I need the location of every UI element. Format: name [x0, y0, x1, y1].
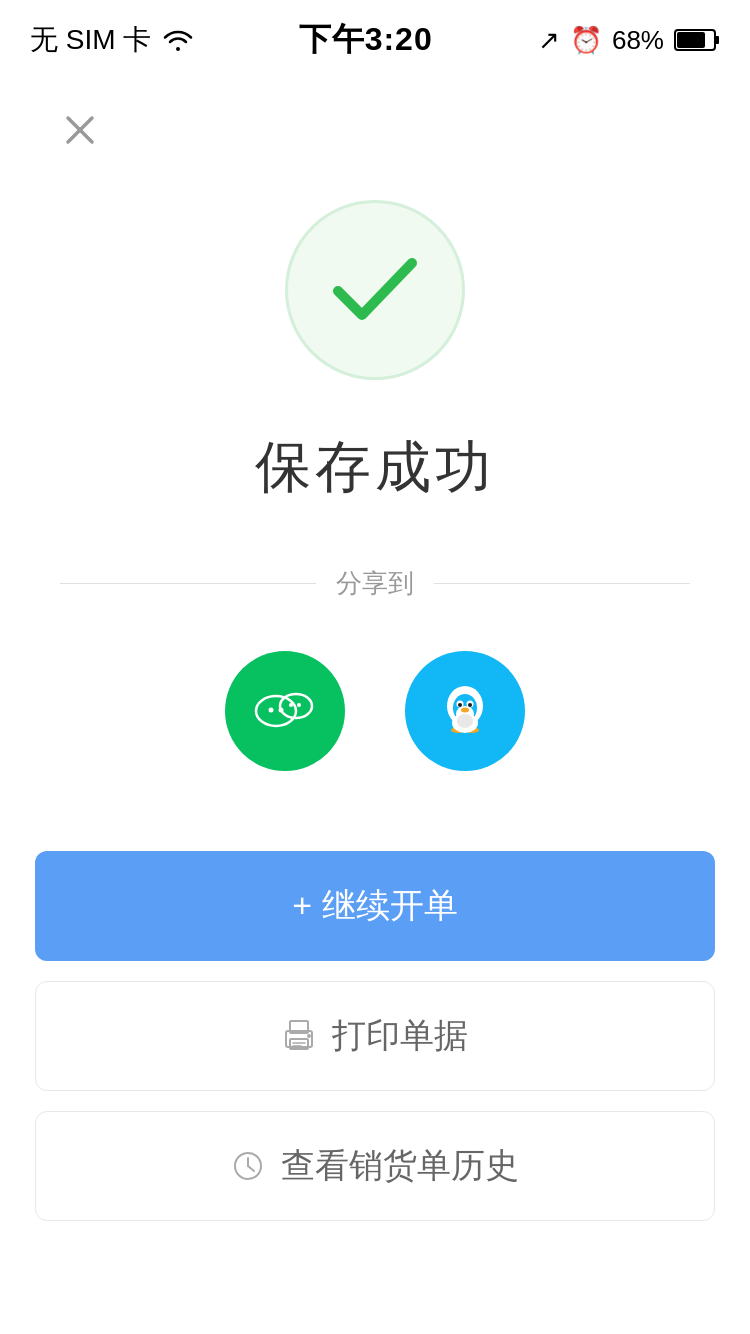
battery-icon — [674, 28, 720, 52]
status-bar: 无 SIM 卡 下午3:20 ↗ ⏰ 68% — [0, 0, 750, 80]
wechat-share-button[interactable] — [225, 651, 345, 771]
share-icons-group — [225, 651, 525, 771]
svg-rect-1 — [715, 36, 719, 44]
success-title: 保存成功 — [255, 430, 495, 506]
print-icon — [282, 1019, 316, 1053]
battery-percent: 68% — [612, 25, 664, 56]
svg-point-17 — [468, 703, 472, 707]
status-carrier: 无 SIM 卡 — [30, 21, 193, 59]
svg-point-10 — [297, 703, 301, 707]
main-content: 保存成功 分享到 — [0, 80, 750, 1221]
svg-point-28 — [307, 1034, 311, 1038]
history-icon — [231, 1149, 265, 1183]
qq-share-button[interactable] — [405, 651, 525, 771]
svg-point-22 — [457, 714, 473, 728]
print-label: 打印单据 — [332, 1013, 468, 1059]
checkmark-icon — [330, 255, 420, 325]
wechat-icon — [250, 676, 320, 746]
close-button[interactable] — [50, 100, 110, 160]
alarm-icon: ⏰ — [570, 25, 602, 56]
continue-order-label: + 继续开单 — [292, 883, 457, 929]
share-divider: 分享到 — [0, 566, 750, 601]
history-label: 查看销货单历史 — [281, 1143, 519, 1189]
svg-line-31 — [248, 1166, 254, 1171]
view-history-button[interactable]: 查看销货单历史 — [35, 1111, 715, 1221]
qq-icon — [430, 676, 500, 746]
svg-point-16 — [458, 703, 462, 707]
svg-point-18 — [461, 708, 469, 713]
location-icon: ↗ — [538, 25, 560, 56]
svg-point-7 — [269, 708, 274, 713]
share-label: 分享到 — [316, 566, 434, 601]
success-indicator — [285, 200, 465, 380]
svg-point-8 — [279, 708, 284, 713]
status-right-group: ↗ ⏰ 68% — [538, 25, 720, 56]
wifi-icon — [163, 29, 193, 51]
print-button[interactable]: 打印单据 — [35, 981, 715, 1091]
carrier-text: 无 SIM 卡 — [30, 21, 151, 59]
svg-rect-2 — [677, 32, 705, 48]
action-buttons: + 继续开单 打印单据 查看销货单历史 — [35, 851, 715, 1221]
svg-point-5 — [256, 696, 296, 726]
svg-point-9 — [289, 703, 293, 707]
continue-order-button[interactable]: + 继续开单 — [35, 851, 715, 961]
status-time: 下午3:20 — [299, 18, 433, 62]
